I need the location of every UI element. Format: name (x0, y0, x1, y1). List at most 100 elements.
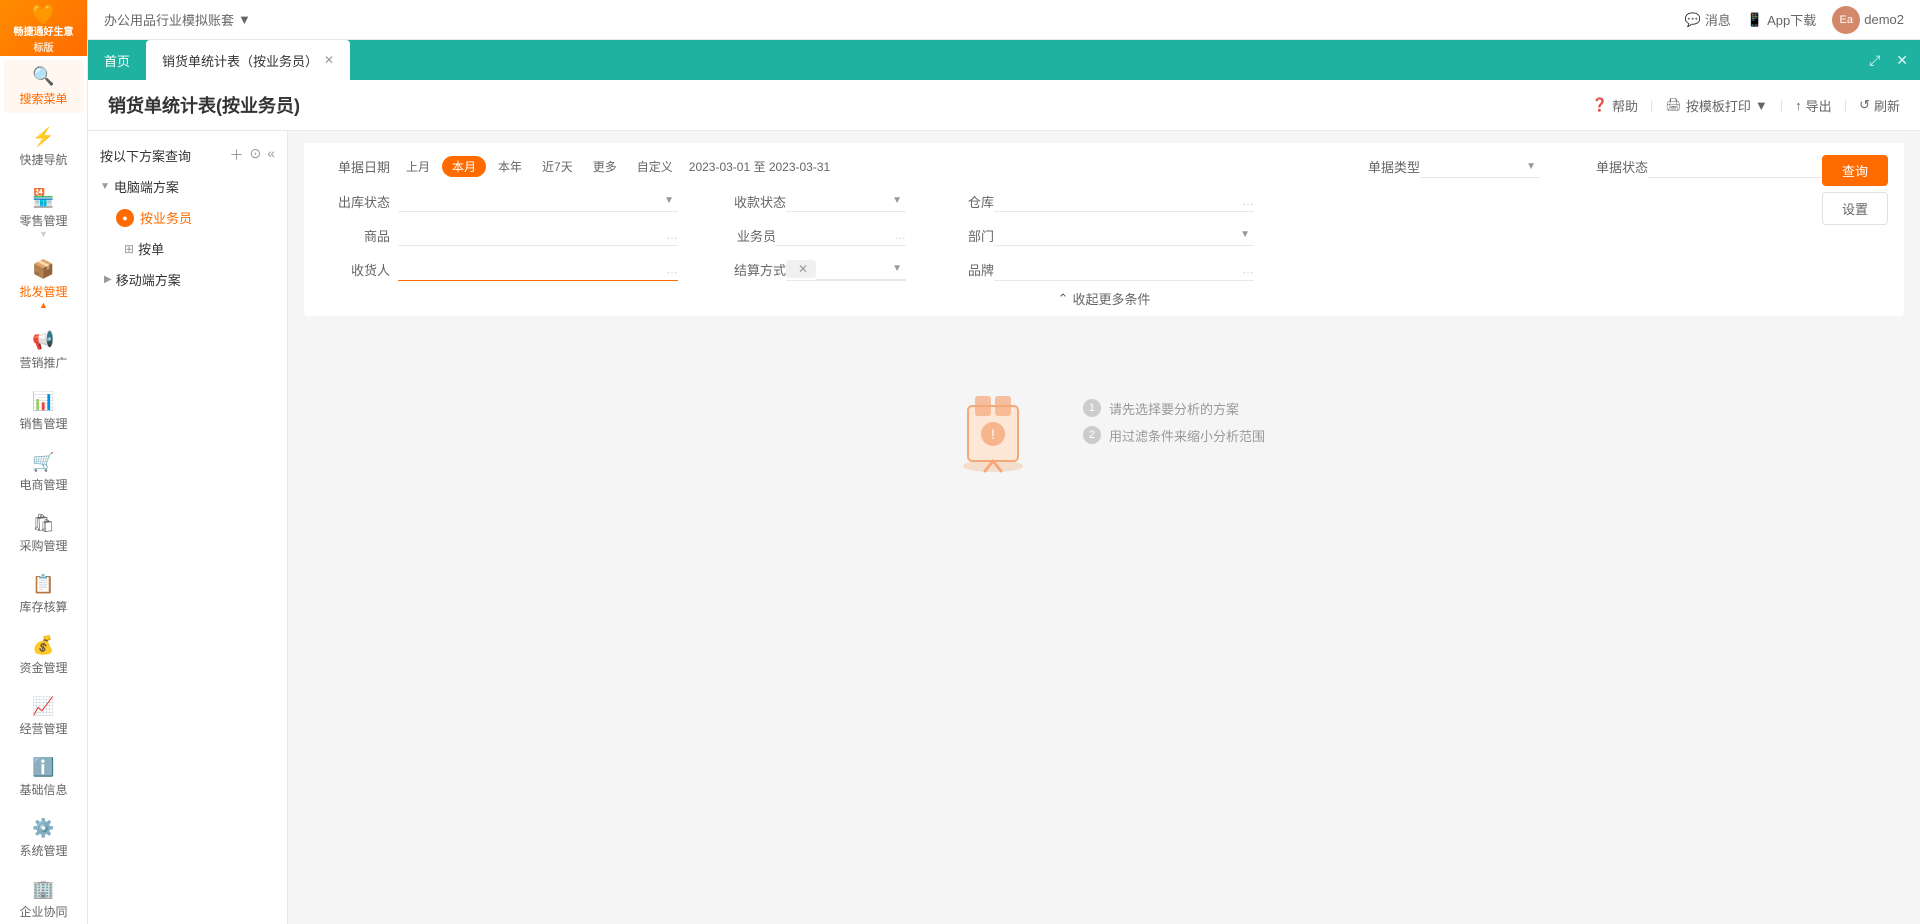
operations-icon: 📈 (32, 696, 54, 717)
action-divider-2: | (1780, 98, 1783, 113)
export-icon: ↑ (1795, 98, 1802, 113)
sidebar-item-retail[interactable]: 🏪 零售管理 ▼ (0, 178, 88, 249)
tab-sales-stat[interactable]: 销货单统计表（按业务员） ✕ (146, 40, 350, 80)
app-title-dropdown[interactable]: 办公用品行业模拟账套 ▼ (104, 10, 251, 29)
sidebar-item-wholesale[interactable]: 📦 批发管理 ▲ (0, 249, 88, 320)
date-label: 单据日期 (320, 157, 390, 176)
sidebar: 🧡 畅捷通好生意 标版 🔍 搜索菜单 ⚡ 快捷导航 🏪 零售管理 ▼ 📦 批发管… (0, 0, 88, 924)
salesman-more-btn[interactable]: … (894, 228, 906, 242)
date-btn-custom[interactable]: 自定义 (629, 155, 681, 178)
print-icon: 🖨 (1665, 97, 1682, 113)
sidebar-item-search-label: 搜索菜单 (19, 90, 67, 107)
doc-type-label: 单据类型 (1360, 157, 1420, 176)
salesman-label: 业务员 (726, 226, 776, 245)
quick-nav-icon: ⚡ (32, 127, 54, 148)
warehouse-input[interactable] (994, 190, 1238, 211)
collapse-btn[interactable]: ⌃ 收起更多条件 (304, 281, 1904, 316)
add-scheme-btn[interactable]: ＋ (229, 145, 243, 165)
receipt-status-select[interactable] (786, 190, 906, 211)
maximize-btn[interactable]: ⤢ (1869, 52, 1880, 69)
tab-close-btn[interactable]: ✕ (324, 53, 334, 67)
pc-scheme-group-title[interactable]: ▼ 电脑端方案 (88, 171, 287, 202)
sidebar-item-sales[interactable]: 📊 销售管理 (0, 381, 88, 442)
settings-scheme-btn[interactable]: ⊙ (249, 145, 261, 165)
date-btn-last-month[interactable]: 上月 (398, 155, 438, 178)
salesman-input[interactable] (776, 224, 890, 245)
by-order-icon: ⊞ (124, 242, 134, 256)
enterprise-icon: 🏢 (32, 879, 54, 900)
receiver-input[interactable] (398, 259, 662, 280)
sidebar-item-ecommerce[interactable]: 🛒 电商管理 (0, 442, 88, 503)
close-window-btn[interactable]: ✕ (1896, 52, 1908, 69)
date-btn-this-year[interactable]: 本年 (490, 155, 530, 178)
action-divider-1: | (1650, 98, 1653, 113)
scheme-item-by-salesman[interactable]: ● 按业务员 (88, 202, 287, 233)
date-filter: 上月 本月 本年 近7天 更多 自定义 2023-03-01 至 2023-03… (398, 155, 1312, 178)
sidebar-item-system[interactable]: ⚙️ 系统管理 (0, 808, 88, 869)
tab-home[interactable]: 首页 (88, 40, 146, 80)
sidebar-item-inventory-label: 库存核算 (19, 598, 67, 615)
sidebar-item-basic-info[interactable]: ℹ️ 基础信息 (0, 747, 88, 808)
out-status-select[interactable] (398, 190, 678, 211)
doc-type-select[interactable] (1420, 156, 1540, 177)
receiver-label: 收货人 (320, 260, 390, 279)
settlement-input-wrapper: ✕ ▼ (786, 258, 906, 281)
dept-select[interactable] (994, 224, 1254, 245)
help-btn[interactable]: ❓ 帮助 (1592, 96, 1638, 115)
message-btn[interactable]: 💬 消息 (1685, 10, 1731, 29)
pc-scheme-group: ▼ 电脑端方案 ● 按业务员 ⊞ 按单 (88, 171, 287, 264)
content-wrapper: 按以下方案查询 ＋ ⊙ « ▼ 电脑端方案 ● 按业务员 (88, 131, 1920, 924)
date-btn-more[interactable]: 更多 (585, 155, 625, 178)
brand-more-btn[interactable]: … (1242, 262, 1254, 276)
date-btn-last-7-days[interactable]: 近7天 (534, 155, 581, 178)
receipt-status-select-wrapper: ▼ (786, 190, 906, 212)
right-panel: 单据日期 上月 本月 本年 近7天 更多 自定义 2023-03-01 至 20… (288, 131, 1920, 924)
sidebar-item-enterprise[interactable]: 🏢 企业协同 (0, 869, 88, 924)
app-download-btn[interactable]: 📱 App下载 (1747, 10, 1816, 29)
warehouse-more-btn[interactable]: … (1242, 194, 1254, 208)
system-icon: ⚙️ (32, 818, 54, 839)
brand-input[interactable] (994, 259, 1238, 280)
user-profile[interactable]: Ea demo2 (1832, 6, 1904, 34)
sidebar-item-finance[interactable]: 💰 资金管理 (0, 625, 88, 686)
refresh-btn[interactable]: ↺ 刷新 (1859, 96, 1900, 115)
settings-btn[interactable]: 设置 (1822, 192, 1888, 225)
collapse-panel-btn[interactable]: « (267, 145, 275, 165)
scheme-sub-item-by-order[interactable]: ⊞ 按单 (88, 233, 287, 264)
sidebar-item-operations[interactable]: 📈 经营管理 (0, 686, 88, 747)
receiver-more-btn[interactable]: … (666, 262, 678, 276)
sidebar-item-purchase[interactable]: 🛍 采购管理 (0, 503, 88, 564)
page-content: 销货单统计表(按业务员) ❓ 帮助 | 🖨 按模板打印 ▼ | ↑ 导出 | (88, 80, 1920, 924)
sales-icon: 📊 (32, 391, 54, 412)
message-icon: 💬 (1685, 12, 1701, 28)
avatar: Ea (1832, 6, 1860, 34)
mobile-scheme-group-title[interactable]: ▶ 移动端方案 (88, 264, 287, 295)
query-btn[interactable]: 查询 (1822, 155, 1888, 186)
sidebar-item-purchase-label: 采购管理 (19, 537, 67, 554)
sidebar-item-basic-info-label: 基础信息 (19, 781, 67, 798)
export-btn[interactable]: ↑ 导出 (1795, 96, 1832, 115)
warehouse-label: 仓库 (954, 192, 994, 211)
date-btn-this-month[interactable]: 本月 (442, 156, 486, 177)
filter-section: 单据日期 上月 本月 本年 近7天 更多 自定义 2023-03-01 至 20… (304, 143, 1904, 316)
settlement-select[interactable] (816, 258, 906, 279)
sidebar-item-inventory[interactable]: 📋 库存核算 (0, 564, 88, 625)
refresh-icon: ↺ (1859, 97, 1870, 113)
sidebar-item-wholesale-label: 批发管理 (19, 283, 67, 300)
product-more-btn[interactable]: … (666, 228, 678, 242)
filter-row-1: 单据日期 上月 本月 本年 近7天 更多 自定义 2023-03-01 至 20… (320, 155, 1888, 178)
sidebar-item-search[interactable]: 🔍 搜索菜单 (4, 60, 84, 113)
collapse-arrow-icon: ⌃ (1058, 291, 1069, 307)
receiver-input-wrapper: … (398, 259, 678, 281)
sidebar-item-marketing[interactable]: 📢 营销推广 (0, 320, 88, 381)
logo-sub: 标版 (34, 39, 54, 54)
left-panel: 按以下方案查询 ＋ ⊙ « ▼ 电脑端方案 ● 按业务员 (88, 131, 288, 924)
salesman-input-wrapper: … (776, 224, 906, 246)
settlement-tag-close[interactable]: ✕ (798, 262, 808, 276)
svg-text:!: ! (991, 426, 995, 442)
search-icon: 🔍 (32, 66, 54, 87)
sidebar-item-quick-nav[interactable]: ⚡ 快捷导航 (0, 117, 88, 178)
product-input[interactable] (398, 224, 662, 245)
sidebar-item-finance-label: 资金管理 (19, 659, 67, 676)
print-btn[interactable]: 🖨 按模板打印 ▼ (1665, 96, 1767, 115)
